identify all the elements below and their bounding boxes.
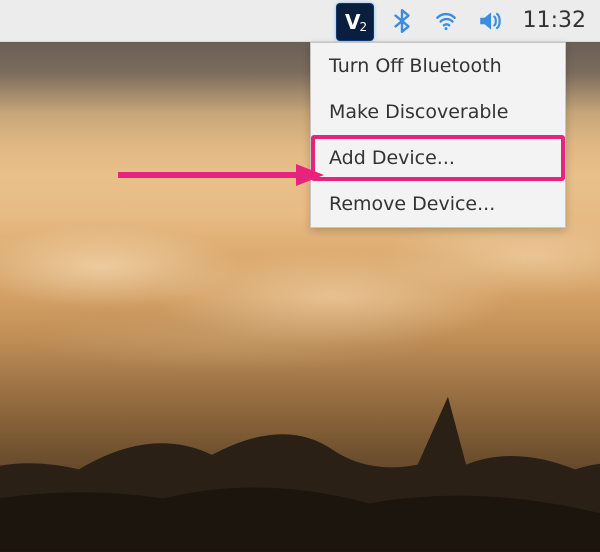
menu-item-label: Turn Off Bluetooth — [329, 55, 502, 77]
panel-clock[interactable]: 11:32 — [519, 8, 590, 33]
menu-item-label: Make Discoverable — [329, 101, 508, 123]
annotation-arrow — [118, 160, 328, 190]
vnc-sublabel: 2 — [360, 20, 366, 34]
menu-item-add-device[interactable]: Add Device... — [311, 135, 565, 181]
wifi-icon[interactable] — [431, 6, 461, 36]
wallpaper-mountain-ridge — [0, 358, 600, 552]
menu-item-label: Remove Device... — [329, 193, 495, 215]
volume-icon[interactable] — [475, 6, 505, 36]
bluetooth-menu: Turn Off Bluetooth Make Discoverable Add… — [310, 42, 566, 228]
screenshot-root: V2 11:32 — [0, 0, 600, 552]
menu-item-make-discoverable[interactable]: Make Discoverable — [311, 89, 565, 135]
vnc-server-tray-icon[interactable]: V2 — [337, 4, 373, 40]
bluetooth-icon[interactable] — [387, 6, 417, 36]
menu-item-label: Add Device... — [329, 147, 455, 169]
top-panel: V2 11:32 — [0, 0, 600, 42]
menu-item-turn-off-bluetooth[interactable]: Turn Off Bluetooth — [311, 43, 565, 89]
menu-item-remove-device[interactable]: Remove Device... — [311, 181, 565, 227]
vnc-label: V — [345, 10, 358, 34]
